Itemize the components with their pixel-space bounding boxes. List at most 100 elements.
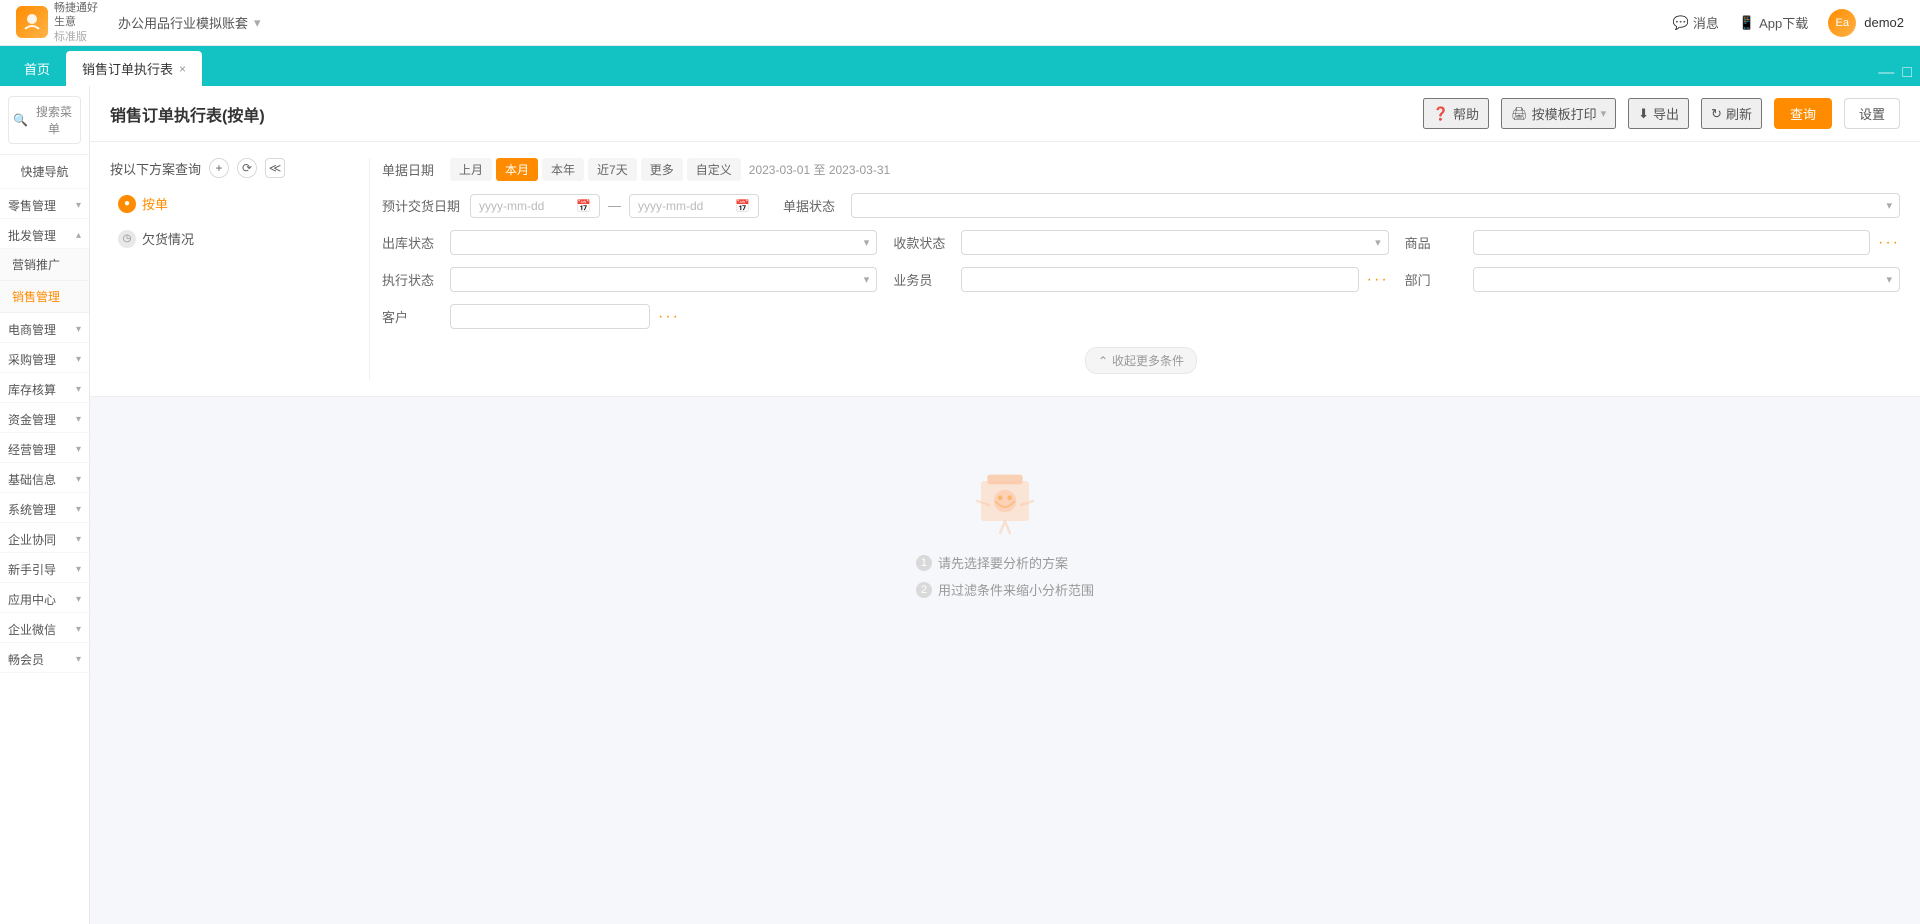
sidebar-item-wholesale[interactable]: 批发管理 ▴ bbox=[0, 219, 89, 249]
tab-sales-order[interactable]: 销售订单执行表 × bbox=[66, 51, 202, 86]
refresh-icon: ↻ bbox=[1711, 106, 1722, 122]
message-btn[interactable]: 💬 消息 bbox=[1673, 13, 1719, 32]
filter-customer: 客户 ··· bbox=[382, 304, 680, 329]
date-tab-custom[interactable]: 自定义 bbox=[687, 158, 741, 181]
plan-icon-order: ● bbox=[118, 195, 136, 213]
filter-row-1: 单据日期 上月 本月 本年 近7天 更多 自定义 2023-03-01 至 20… bbox=[382, 158, 1900, 181]
sidebar-item-sales-manage[interactable]: 销售管理 bbox=[0, 281, 89, 313]
help-btn[interactable]: ❓ 帮助 bbox=[1423, 98, 1489, 129]
page-actions: ❓ 帮助 🖨 按模板打印 ▾ ⬇ 导出 ↻ 刷新 查询 设置 bbox=[1423, 98, 1900, 129]
sidebar-item-finance[interactable]: 资金管理 ▾ bbox=[0, 403, 89, 433]
chevron-down-icon: ▾ bbox=[76, 444, 81, 455]
doc-status-select[interactable] bbox=[851, 193, 1900, 218]
goods-more-btn[interactable]: ··· bbox=[1878, 234, 1900, 252]
filter-exec-status: 执行状态 ▾ bbox=[382, 267, 877, 292]
sidebar-item-new-guide[interactable]: 新手引导 ▾ bbox=[0, 553, 89, 583]
date-tab-more[interactable]: 更多 bbox=[641, 158, 683, 181]
exec-status-select[interactable] bbox=[450, 267, 877, 292]
sidebar-item-purchase[interactable]: 采购管理 ▾ bbox=[0, 343, 89, 373]
settings-btn[interactable]: 设置 bbox=[1844, 98, 1900, 129]
sidebar-item-inventory[interactable]: 库存核算 ▾ bbox=[0, 373, 89, 403]
filter-row-3: 执行状态 ▾ 业务员 ··· 部门 bbox=[382, 267, 1900, 292]
chevron-down-icon: ▾ bbox=[76, 564, 81, 575]
plan-item-shortage[interactable]: ◷ 欠货情况 bbox=[110, 223, 353, 254]
sidebar-item-member[interactable]: 畅会员 ▾ bbox=[0, 643, 89, 673]
sidebar-item-basic-info[interactable]: 基础信息 ▾ bbox=[0, 463, 89, 493]
minimize-icon[interactable]: — bbox=[1878, 64, 1894, 82]
add-plan-btn[interactable]: + bbox=[209, 158, 229, 178]
chevron-down-icon: ▾ bbox=[76, 324, 81, 335]
date-tab-this-year[interactable]: 本年 bbox=[542, 158, 584, 181]
date-tab-last-month[interactable]: 上月 bbox=[450, 158, 492, 181]
calendar-icon: 📅 bbox=[576, 199, 591, 213]
logo-icon bbox=[16, 6, 48, 38]
department-select[interactable] bbox=[1473, 267, 1900, 292]
app-download-btn[interactable]: 📱 App下载 bbox=[1739, 13, 1808, 32]
collapse-plan-btn[interactable]: ≪ bbox=[265, 158, 285, 178]
filter-doc-date: 单据日期 上月 本月 本年 近7天 更多 自定义 2023-03-01 至 20… bbox=[382, 158, 890, 181]
date-range-text: 2023-03-01 至 2023-03-31 bbox=[749, 161, 890, 178]
salesperson-input[interactable] bbox=[961, 267, 1358, 292]
sidebar-item-app-center[interactable]: 应用中心 ▾ bbox=[0, 583, 89, 613]
sidebar-item-marketing[interactable]: 营销推广 bbox=[0, 249, 89, 281]
filter-payment-status: 收款状态 ▾ bbox=[893, 230, 1388, 255]
sidebar-item-enterprise-wechat[interactable]: 企业微信 ▾ bbox=[0, 613, 89, 643]
filter-row-1b: 预计交货日期 yyyy-mm-dd 📅 — yyyy-mm-dd 📅 bbox=[382, 193, 1900, 218]
sidebar-item-retail[interactable]: 零售管理 ▾ bbox=[0, 189, 89, 219]
customer-input[interactable] bbox=[450, 304, 650, 329]
sidebar-item-system[interactable]: 系统管理 ▾ bbox=[0, 493, 89, 523]
delivery-status-select[interactable] bbox=[450, 230, 877, 255]
sidebar-item-enterprise-collab[interactable]: 企业协同 ▾ bbox=[0, 523, 89, 553]
chevron-down-icon: ▾ bbox=[76, 354, 81, 365]
refresh-plan-btn[interactable]: ⟳ bbox=[237, 158, 257, 178]
user-area[interactable]: Ea demo2 bbox=[1828, 9, 1904, 37]
payment-status-select[interactable] bbox=[961, 230, 1388, 255]
sidebar-search-area: 🔍 搜索菜单 bbox=[0, 86, 89, 155]
customer-more-btn[interactable]: ··· bbox=[658, 308, 680, 326]
content-area: 销售订单执行表(按单) ❓ 帮助 🖨 按模板打印 ▾ ⬇ 导出 ↻ 刷新 bbox=[90, 86, 1920, 924]
sidebar-item-ecommerce[interactable]: 电商管理 ▾ bbox=[0, 313, 89, 343]
collapse-row: ⌃ 收起更多条件 bbox=[382, 341, 1900, 380]
delivery-date-start-input[interactable]: yyyy-mm-dd 📅 bbox=[470, 194, 600, 218]
tab-home[interactable]: 首页 bbox=[8, 51, 66, 86]
filter-row-4: 客户 ··· bbox=[382, 304, 1900, 329]
goods-input[interactable] bbox=[1473, 230, 1870, 255]
chevron-down-icon: ▾ bbox=[76, 594, 81, 605]
main-layout: 🔍 搜索菜单 快捷导航 零售管理 ▾ 批发管理 ▴ 营销推广 销售管理 电商管理… bbox=[0, 86, 1920, 924]
tab-close-icon[interactable]: × bbox=[179, 62, 186, 76]
logo: 畅捷通好生意 标准版 bbox=[16, 1, 106, 44]
collapse-more-btn[interactable]: ⌃ 收起更多条件 bbox=[1085, 347, 1197, 374]
delivery-date-end-input[interactable]: yyyy-mm-dd 📅 bbox=[629, 194, 759, 218]
empty-illustration bbox=[965, 457, 1045, 537]
empty-tips: 1 请先选择要分析的方案 2 用过滤条件来缩小分析范围 bbox=[916, 553, 1094, 599]
filter-department: 部门 ▾ bbox=[1405, 267, 1900, 292]
sidebar-item-quick-nav[interactable]: 快捷导航 bbox=[0, 155, 89, 189]
salesperson-more-btn[interactable]: ··· bbox=[1367, 271, 1389, 289]
refresh-btn[interactable]: ↻ 刷新 bbox=[1701, 98, 1762, 129]
user-name: demo2 bbox=[1864, 15, 1904, 30]
empty-tip-1: 1 请先选择要分析的方案 bbox=[916, 553, 1094, 572]
chevron-down-icon: ▾ bbox=[76, 624, 81, 635]
nav-tabs: 首页 销售订单执行表 × — □ bbox=[0, 46, 1920, 86]
filter-salesperson: 业务员 ··· bbox=[893, 267, 1388, 292]
filter-panel-inner: 按以下方案查询 + ⟳ ≪ ● 按单 ◷ 欠货情况 bbox=[110, 158, 1900, 380]
search-menu-btn[interactable]: 🔍 搜索菜单 bbox=[8, 96, 81, 144]
date-tab-this-month[interactable]: 本月 bbox=[496, 158, 538, 181]
date-tab-last-7days[interactable]: 近7天 bbox=[588, 158, 637, 181]
empty-state: 1 请先选择要分析的方案 2 用过滤条件来缩小分析范围 bbox=[90, 397, 1920, 659]
filter-panel: 按以下方案查询 + ⟳ ≪ ● 按单 ◷ 欠货情况 bbox=[90, 142, 1920, 397]
dropdown-icon[interactable]: ▾ bbox=[254, 15, 261, 31]
filter-delivery-status: 出库状态 ▾ bbox=[382, 230, 877, 255]
maximize-icon[interactable]: □ bbox=[1902, 64, 1912, 82]
plan-list: ● 按单 ◷ 欠货情况 bbox=[110, 188, 353, 254]
query-btn[interactable]: 查询 bbox=[1774, 98, 1832, 129]
topbar: 畅捷通好生意 标准版 办公用品行业模拟账套 ▾ 💬 消息 📱 App下载 Ea … bbox=[0, 0, 1920, 46]
print-btn[interactable]: 🖨 按模板打印 ▾ bbox=[1501, 98, 1616, 129]
plan-item-by-order[interactable]: ● 按单 bbox=[110, 188, 353, 219]
sidebar-item-operations[interactable]: 经营管理 ▾ bbox=[0, 433, 89, 463]
chevron-down-icon: ▾ bbox=[76, 654, 81, 665]
export-btn[interactable]: ⬇ 导出 bbox=[1628, 98, 1689, 129]
filter-row-2: 出库状态 ▾ 收款状态 ▾ bbox=[382, 230, 1900, 255]
print-dropdown-icon: ▾ bbox=[1601, 107, 1607, 120]
help-icon: ❓ bbox=[1433, 106, 1449, 122]
